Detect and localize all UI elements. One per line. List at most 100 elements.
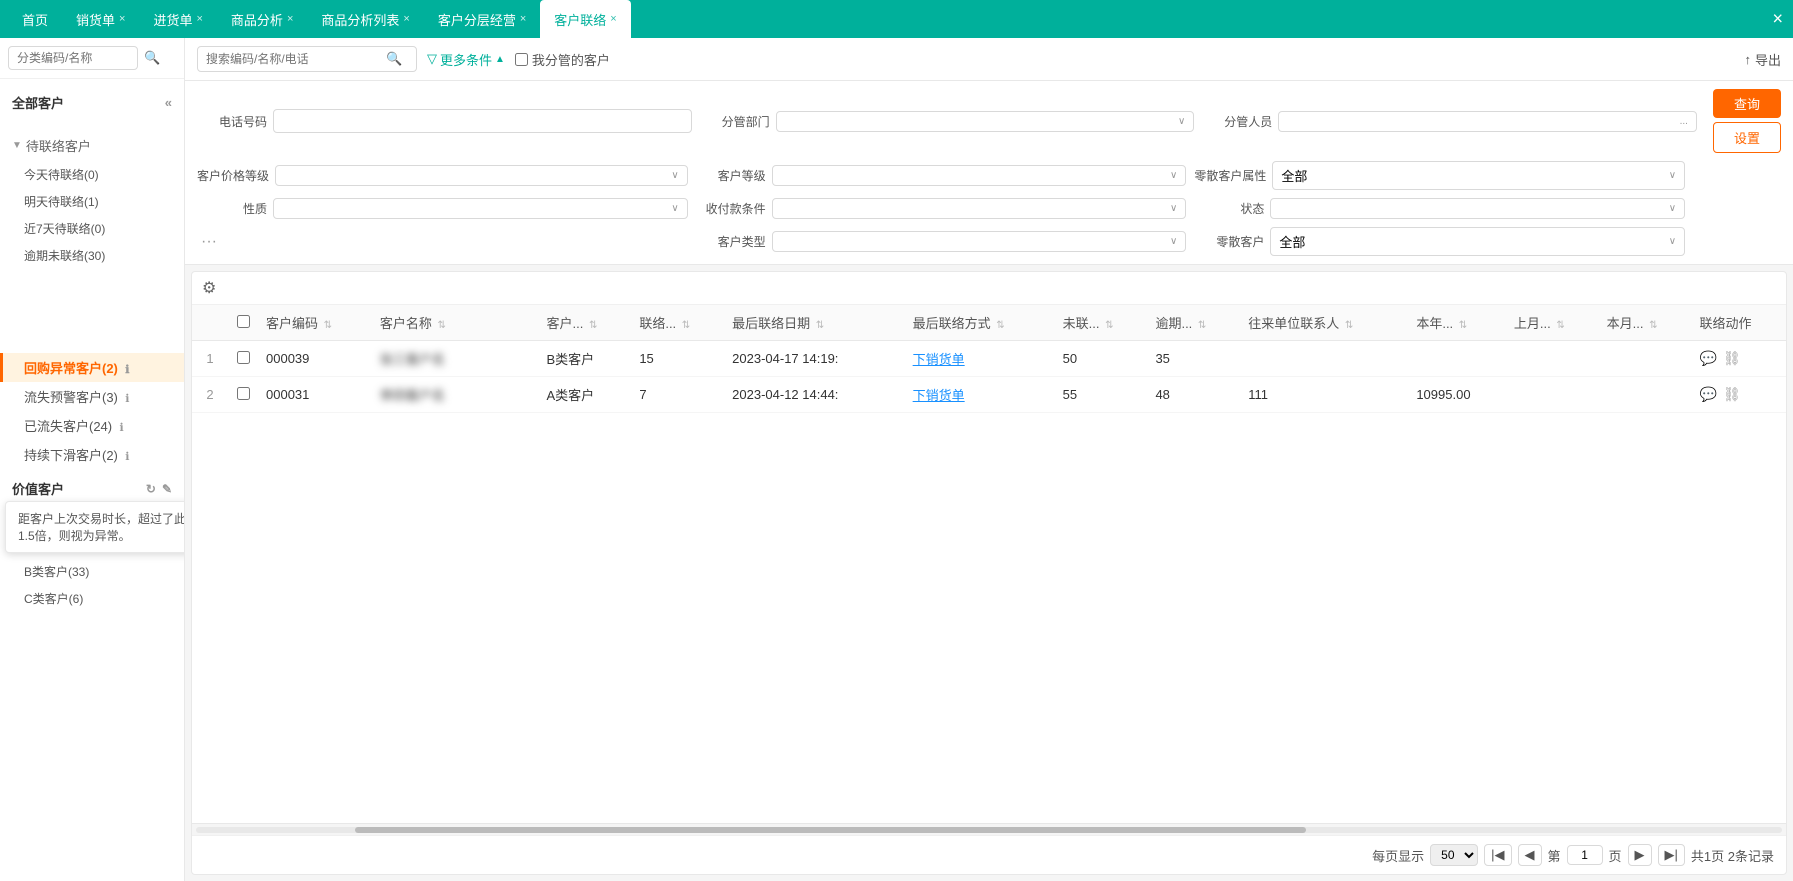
nav-product-analysis[interactable]: 商品分析 × xyxy=(217,0,307,38)
refresh-icon[interactable]: ↻ xyxy=(146,482,156,496)
nav-customer-segmentation-close[interactable]: × xyxy=(520,13,526,25)
col-year-amount[interactable]: 本年... ⇅ xyxy=(1408,305,1506,341)
edit-icon[interactable]: ✎ xyxy=(162,482,172,496)
link-last-contact-method-2[interactable]: 下销货单 xyxy=(913,388,965,403)
sidebar-item-declining[interactable]: 持续下滑客户(2) ℹ xyxy=(0,440,184,469)
sidebar-pending-contact-group: ▼ 待联络客户 今天待联络(0) 明天待联络(1) 近7天待联络(0) 逾期未联… xyxy=(0,126,184,273)
col-overdue[interactable]: 逾期... ⇅ xyxy=(1147,305,1240,341)
filter-status-select[interactable]: ∨ xyxy=(1270,198,1685,219)
cell-checkbox-1 xyxy=(228,341,258,377)
sidebar-collapse-icon[interactable]: « xyxy=(165,95,172,110)
nav-product-analysis-close[interactable]: × xyxy=(287,13,293,25)
nav-purchase-order-close[interactable]: × xyxy=(196,13,202,25)
nav-sales-order[interactable]: 销货单 × xyxy=(62,0,139,38)
more-dots[interactable]: ··· xyxy=(197,233,221,251)
setting-button[interactable]: 设置 xyxy=(1713,122,1781,153)
filter-customer-level: 客户等级 ∨ xyxy=(696,165,1187,186)
filter-price-level-select[interactable]: ∨ xyxy=(275,165,688,186)
search-input[interactable] xyxy=(206,52,386,66)
col-this-month[interactable]: 本月... ⇅ xyxy=(1599,305,1692,341)
col-level[interactable]: 客户... ⇅ xyxy=(539,305,632,341)
sidebar-item-abnormal-repurchase[interactable]: 回购异常客户(2) ℹ xyxy=(0,353,184,382)
sort-icon-name: ⇅ xyxy=(438,320,446,331)
cell-uncontact-1: 50 xyxy=(1055,341,1148,377)
sidebar-item-today[interactable]: 今天待联络(0) xyxy=(0,161,184,188)
nav-home[interactable]: 首页 xyxy=(8,0,62,38)
sidebar-search-input[interactable] xyxy=(8,46,138,70)
sidebar-search-area: 🔍 xyxy=(0,38,184,79)
filter-customer-type-select[interactable]: ∨ xyxy=(772,231,1187,252)
filter-person-select[interactable]: ... xyxy=(1278,111,1697,132)
first-page-button[interactable]: |◀ xyxy=(1484,844,1511,866)
data-table: 客户编码 ⇅ 客户名称 ⇅ 客户... ⇅ xyxy=(192,305,1786,413)
col-contact-count[interactable]: 联络... ⇅ xyxy=(631,305,724,341)
row-checkbox-2[interactable] xyxy=(237,387,250,400)
window-close-button[interactable]: × xyxy=(1772,9,1783,30)
col-last-contact-date[interactable]: 最后联络日期 ⇅ xyxy=(724,305,904,341)
sidebar-item-churn-warning[interactable]: 流失预警客户(3) ℹ xyxy=(0,382,184,411)
filter-phone-input[interactable] xyxy=(273,109,692,133)
cell-last-month-1 xyxy=(1506,341,1599,377)
action-message-icon-2[interactable]: 💬 xyxy=(1700,386,1717,403)
filter-retail-attr-select[interactable]: 全部∨ xyxy=(1272,161,1685,190)
sidebar-value-customer-label[interactable]: 价值客户 ↻ ✎ xyxy=(0,473,184,504)
nav-product-analysis-list[interactable]: 商品分析列表 × xyxy=(307,0,423,38)
col-contact-person[interactable]: 往来单位联系人 ⇅ xyxy=(1240,305,1408,341)
pagination: 每页显示 50 |◀ ◀ 第 页 ▶ ▶| 共1页 2条记录 xyxy=(192,835,1786,874)
table-area: ⚙ 客户编码 ⇅ 客户名称 xyxy=(191,271,1787,875)
sidebar-all-customers-header: 全部客户 « xyxy=(0,87,184,118)
next-page-button[interactable]: ▶ xyxy=(1628,844,1652,866)
page-number-input[interactable] xyxy=(1567,845,1603,865)
export-button[interactable]: ↑ 导出 xyxy=(1744,50,1781,69)
search-icon[interactable]: 🔍 xyxy=(386,51,402,67)
col-uncontact[interactable]: 未联... ⇅ xyxy=(1055,305,1148,341)
col-code[interactable]: 客户编码 ⇅ xyxy=(258,305,372,341)
col-last-contact-method[interactable]: 最后联络方式 ⇅ xyxy=(905,305,1055,341)
filter-dept-select[interactable]: ∨ xyxy=(776,111,1195,132)
filter-row-1: 电话号码 分管部门 ∨ 分管人员 ... 查询 设置 xyxy=(197,89,1781,153)
sort-icon-last-contact-method: ⇅ xyxy=(996,320,1004,331)
sidebar-search-icon[interactable]: 🔍 xyxy=(144,50,160,66)
filter-nature-select[interactable]: ∨ xyxy=(273,198,688,219)
sidebar-item-7days[interactable]: 近7天待联络(0) xyxy=(0,215,184,242)
page-size-select[interactable]: 50 xyxy=(1430,844,1478,866)
nav-customer-contact[interactable]: 客户联络 × xyxy=(540,0,630,38)
action-message-icon-1[interactable]: 💬 xyxy=(1700,350,1717,367)
action-link-icon-1[interactable]: ⛓ xyxy=(1723,350,1741,367)
prev-page-button[interactable]: ◀ xyxy=(1518,844,1542,866)
chevron-down-icon: ▲ xyxy=(495,54,505,65)
sidebar-item-c-class[interactable]: C类客户(6) xyxy=(0,585,184,612)
filter-retail-customer-select[interactable]: 全部∨ xyxy=(1270,227,1685,256)
table-row: 2 000031 李四客户名 A类客户 7 2023-04-12 14:44: … xyxy=(192,377,1786,413)
my-customer-checkbox-wrap[interactable]: 我分管的客户 xyxy=(515,50,610,69)
row-checkbox-1[interactable] xyxy=(237,351,250,364)
action-link-icon-2[interactable]: ⛓ xyxy=(1723,386,1741,403)
select-all-checkbox[interactable] xyxy=(237,315,250,328)
sidebar-item-tomorrow[interactable]: 明天待联络(1) xyxy=(0,188,184,215)
horizontal-scrollbar[interactable] xyxy=(192,823,1786,835)
my-customer-checkbox[interactable] xyxy=(515,53,528,66)
cell-last-month-2 xyxy=(1506,377,1599,413)
filter-customer-level-select[interactable]: ∨ xyxy=(772,165,1187,186)
sidebar-pending-contact-title[interactable]: ▼ 待联络客户 xyxy=(0,130,184,161)
col-name[interactable]: 客户名称 ⇅ xyxy=(372,305,539,341)
sidebar-item-overdue[interactable]: 逾期未联络(30) xyxy=(0,242,184,269)
scrollbar-thumb[interactable] xyxy=(355,827,1307,833)
nav-customer-contact-close[interactable]: × xyxy=(610,13,616,25)
nav-product-analysis-list-close[interactable]: × xyxy=(403,13,409,25)
sidebar-item-churned[interactable]: 已流失客户(24) ℹ xyxy=(0,411,184,440)
col-last-month[interactable]: 上月... ⇅ xyxy=(1506,305,1599,341)
filter-customer-type-label: 客户类型 xyxy=(696,233,766,250)
filter-phone: 电话号码 xyxy=(197,109,692,133)
filter-payment-terms-select[interactable]: ∨ xyxy=(772,198,1187,219)
link-last-contact-method-1[interactable]: 下销货单 xyxy=(913,352,965,367)
last-page-button[interactable]: ▶| xyxy=(1658,844,1685,866)
query-button[interactable]: 查询 xyxy=(1713,89,1781,118)
more-filter-button[interactable]: ▽ 更多条件 ▲ xyxy=(427,50,505,69)
nav-purchase-order[interactable]: 进货单 × xyxy=(139,0,216,38)
nav-sales-order-close[interactable]: × xyxy=(119,13,125,25)
table-settings-icon[interactable]: ⚙ xyxy=(202,278,216,298)
sidebar-item-b-class[interactable]: B类客户(33) xyxy=(0,558,184,585)
nav-customer-segmentation[interactable]: 客户分层经营 × xyxy=(424,0,540,38)
cell-year-amount-1 xyxy=(1408,341,1506,377)
